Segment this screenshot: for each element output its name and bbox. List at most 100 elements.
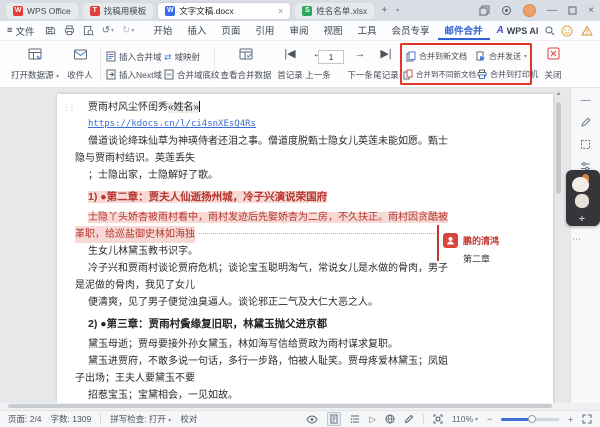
- sticker-art: [572, 177, 589, 192]
- scroll-up-icon[interactable]: ▲: [555, 90, 562, 98]
- merge-send-dropdown-icon[interactable]: ▾: [524, 53, 527, 60]
- zoom-slider-knob[interactable]: [528, 414, 537, 423]
- tab-close-icon[interactable]: ×: [278, 6, 283, 16]
- undo-button[interactable]: ↺ ▾: [102, 25, 114, 36]
- menu-insert[interactable]: 插入: [180, 21, 213, 40]
- menu-mail-merge[interactable]: 邮件合并: [437, 21, 490, 40]
- settings-gear-icon[interactable]: [501, 5, 512, 16]
- spellcheck-dropdown-icon[interactable]: ▾: [168, 418, 171, 424]
- document-page[interactable]: ⋮⋮ 贾雨村风尘怀闺秀«姓名» https://kdocs.cn/l/ci4sn…: [57, 94, 553, 403]
- merge-send-button[interactable]: 合并发送 ▾: [476, 49, 527, 64]
- sidebar-select-icon[interactable]: [579, 138, 592, 151]
- comment-card[interactable]: 鹏的清鸿 第二章: [443, 233, 543, 265]
- record-number-input[interactable]: [318, 50, 344, 64]
- minimize-button[interactable]: —: [547, 5, 557, 16]
- word-count[interactable]: 字数: 1309: [51, 413, 92, 425]
- field-mapping-icon: ⇄: [164, 51, 172, 62]
- kdocs-hyperlink[interactable]: https://kdocs.cn/l/ci4snXEsQ4Rs: [88, 119, 256, 129]
- more-options-icon[interactable]: ⋯: [572, 234, 582, 245]
- zoom-out-button[interactable]: −: [487, 414, 492, 424]
- tab-list-dropdown-icon[interactable]: ▾: [394, 7, 401, 14]
- doc-line: 便清爽，见了男子便觉浊臭逼人。谈论邪正二气及大仁大恶之人。: [88, 297, 378, 308]
- doc-line: 隐与贾雨村结识。英莲丢失: [75, 153, 195, 164]
- statusbar-wrap: 页面: 2/4 字数: 1309 拼写检查: 打开 ▾ 校对 ▷ 110% ▾ …: [0, 403, 600, 427]
- open-data-source-button[interactable]: 打开数据源 ▾: [8, 44, 62, 84]
- merge-field-shading-button[interactable]: 合并域底纹: [164, 67, 220, 82]
- file-menu[interactable]: ≡ 文件: [7, 24, 35, 38]
- outline-view-button[interactable]: [350, 414, 360, 424]
- menu-member[interactable]: 会员专享: [384, 21, 436, 40]
- sidebar-collapse-icon[interactable]: —: [579, 94, 592, 107]
- menu-home[interactable]: 开始: [146, 21, 179, 40]
- tab-xlsx-label: 姓名名单.xlsx: [316, 5, 368, 16]
- horizontal-scroll-thumb[interactable]: [8, 404, 552, 408]
- play-presentation-icon[interactable]: ▷: [369, 414, 376, 425]
- zoom-in-button[interactable]: +: [568, 414, 573, 424]
- redo-button[interactable]: ↻ ▾: [122, 25, 134, 36]
- zoom-dropdown-icon[interactable]: ▾: [475, 416, 478, 423]
- print-preview-icon[interactable]: [83, 25, 94, 36]
- merge-to-new-doc-button[interactable]: 合并到新文档: [406, 49, 467, 64]
- mail-merge-toolbar: 打开数据源 ▾ 收件人 插入合并域 ⇄ 域映射 插入Next域 合并域底纹 查看…: [0, 41, 600, 88]
- sidebar-pen-icon[interactable]: [579, 116, 592, 129]
- wps-ai-button[interactable]: A WPS AI: [490, 25, 546, 36]
- doc-title-line: 贾雨村风尘怀闺秀«姓名»: [75, 99, 439, 116]
- new-tab-button[interactable]: +: [379, 5, 389, 16]
- drag-handle-icon[interactable]: ⋮⋮: [62, 103, 76, 112]
- maximize-button[interactable]: [568, 6, 577, 15]
- view-merged-data-button[interactable]: 查看合并数据: [218, 44, 274, 84]
- feedback-smiley-icon[interactable]: [561, 25, 573, 37]
- menu-view[interactable]: 视图: [316, 21, 349, 40]
- close-merge-button[interactable]: 关闭: [538, 44, 568, 84]
- search-icon[interactable]: [545, 26, 555, 36]
- fullscreen-icon[interactable]: [582, 414, 592, 424]
- zoom-level[interactable]: 110% ▾: [452, 414, 478, 424]
- spellcheck-toggle[interactable]: 拼写检查: 打开 ▾: [110, 413, 171, 425]
- tab-docx-label: 文字文稿.docx: [179, 5, 234, 16]
- print-icon[interactable]: [64, 25, 75, 36]
- close-window-button[interactable]: ×: [588, 5, 594, 16]
- menu-review[interactable]: 审阅: [282, 21, 315, 40]
- insert-merge-field-button[interactable]: 插入合并域: [106, 49, 162, 64]
- tab-xlsx[interactable]: S 姓名名单.xlsx: [295, 2, 375, 19]
- merge-to-new-doc-label: 合并到新文档: [419, 52, 467, 61]
- vertical-scrollbar[interactable]: ▲: [555, 90, 562, 403]
- edit-pen-icon[interactable]: [404, 414, 414, 424]
- page-view-mode-button[interactable]: [327, 412, 342, 426]
- data-source-icon: [28, 48, 42, 60]
- warning-icon[interactable]: [581, 25, 593, 37]
- menu-reference[interactable]: 引用: [248, 21, 281, 40]
- promo-sticker[interactable]: ✛: [566, 170, 600, 226]
- page-indicator[interactable]: 页面: 2/4: [8, 413, 42, 425]
- horizontal-scrollbar[interactable]: [0, 403, 600, 410]
- insert-next-field-button[interactable]: 插入Next域: [106, 67, 162, 82]
- recipients-button[interactable]: 收件人: [62, 44, 98, 84]
- tab-wps-office[interactable]: W WPS Office: [6, 2, 78, 19]
- tab-template-doc[interactable]: T 找稿用模板: [82, 2, 154, 19]
- web-layout-icon[interactable]: [385, 414, 395, 424]
- menu-tools[interactable]: 工具: [350, 21, 383, 40]
- zoom-slider[interactable]: [501, 414, 560, 423]
- undo-icon: ↺: [101, 25, 110, 36]
- menu-page[interactable]: 页面: [214, 21, 247, 40]
- merge-field-chip[interactable]: «姓名»: [168, 102, 200, 113]
- open-data-source-dropdown-icon[interactable]: ▾: [56, 74, 59, 80]
- undo-dropdown-icon[interactable]: ▾: [111, 27, 114, 34]
- first-record-button[interactable]: |◀ 首记录: [276, 44, 304, 84]
- eye-protection-icon[interactable]: [306, 414, 318, 424]
- user-avatar[interactable]: [523, 4, 537, 17]
- last-record-button[interactable]: ▶| 尾记录: [372, 44, 400, 84]
- page-content: 贾雨村风尘怀闺秀«姓名» https://kdocs.cn/l/ci4snXEs…: [75, 99, 448, 403]
- sticker-art: [575, 194, 589, 208]
- merge-to-diff-docs-button[interactable]: 合并到不同新文档: [403, 67, 476, 82]
- proofread-button[interactable]: 校对: [180, 413, 197, 425]
- vertical-scroll-thumb[interactable]: [556, 102, 561, 194]
- save-icon[interactable]: [45, 25, 56, 36]
- windows-layout-icon[interactable]: [479, 5, 490, 16]
- tab-active-docx[interactable]: W 文字文稿.docx ×: [158, 2, 291, 19]
- next-record-button[interactable]: → 下一条: [346, 44, 374, 84]
- field-mapping-button[interactable]: ⇄ 域映射: [164, 49, 200, 64]
- redo-dropdown-icon[interactable]: ▾: [131, 27, 134, 34]
- merge-to-printer-button[interactable]: 合并到打印机: [477, 67, 538, 82]
- fit-page-icon[interactable]: [433, 414, 443, 424]
